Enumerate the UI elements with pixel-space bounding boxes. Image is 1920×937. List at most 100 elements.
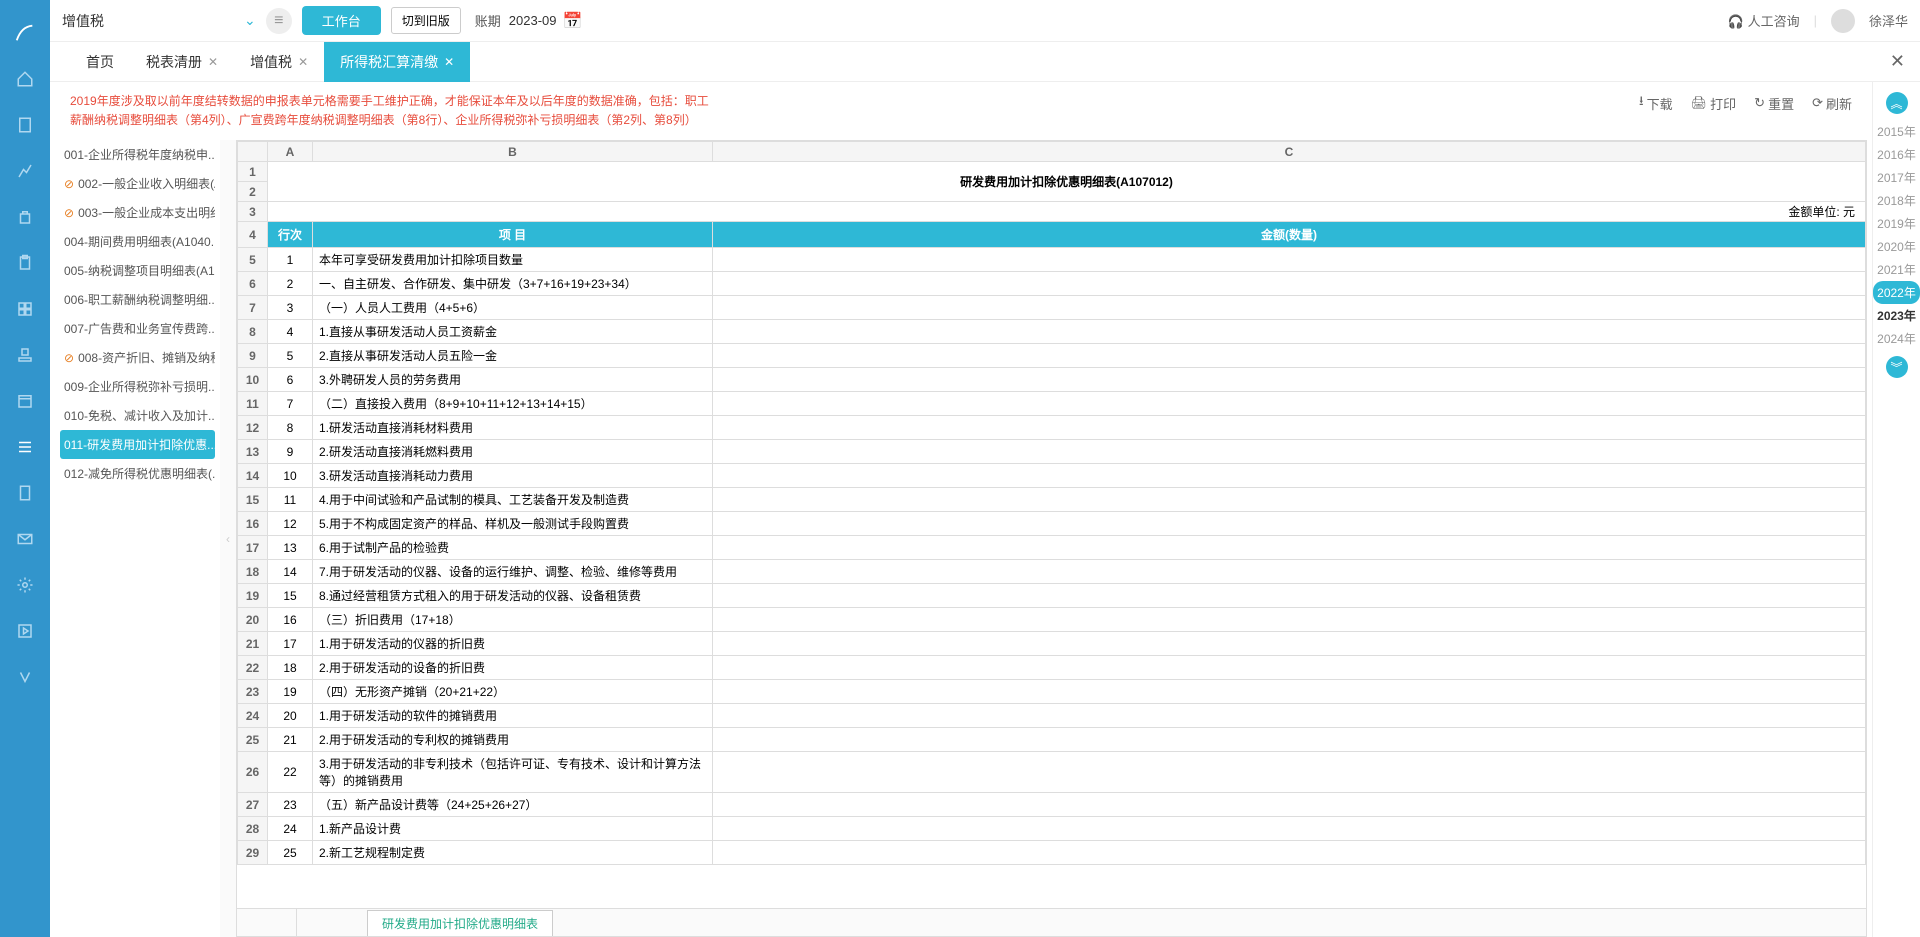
tabs-bar: 首页税表清册✕增值税✕所得税汇算清缴✕ ✕: [50, 42, 1920, 82]
year-item[interactable]: 2023年: [1873, 304, 1920, 327]
receipt-icon[interactable]: [10, 478, 40, 508]
tab-2[interactable]: 增值税✕: [234, 42, 324, 82]
year-item[interactable]: 2024年: [1873, 327, 1920, 350]
sheet-scroll[interactable]: ABC1研发费用加计扣除优惠明细表(A107012)23金额单位: 元4行次项 …: [237, 141, 1866, 908]
table-row: 2723（五）新产品设计费等（24+25+26+27）: [238, 793, 1866, 817]
table-row: 14103.研发活动直接消耗动力费用: [238, 464, 1866, 488]
play-icon[interactable]: [10, 616, 40, 646]
close-icon[interactable]: ✕: [208, 55, 218, 69]
collapse-handle[interactable]: ‹: [220, 140, 236, 937]
calendar-icon[interactable]: [10, 386, 40, 416]
year-item[interactable]: 2017年: [1873, 166, 1920, 189]
tree-item-9[interactable]: 010-免税、减计收入及加计...: [60, 401, 215, 430]
main-area: 增值税 ⌄ ≡ 工作台 切到旧版 账期 2023-09 📅 🎧 人工咨询 | 徐…: [50, 0, 1920, 937]
chevron-down-icon: ⌄: [244, 12, 256, 29]
table-row: 1281.研发活动直接消耗材料费用: [238, 416, 1866, 440]
notice-bar: 2019年度涉及取以前年度结转数据的申报表单元格需要手工维护正确，才能保证本年及…: [50, 82, 1872, 140]
chart-icon[interactable]: [10, 156, 40, 186]
warning-icon: ⊘: [64, 177, 74, 191]
table-row: 15114.用于中间试验和产品试制的模具、工艺装备开发及制造费: [238, 488, 1866, 512]
warning-icon: ⊘: [64, 206, 74, 220]
tree-item-0[interactable]: 001-企业所得税年度纳税申...: [60, 140, 215, 169]
year-item[interactable]: 2022年: [1873, 281, 1920, 304]
tax-type-label: 增值税: [62, 11, 104, 31]
tree-item-1[interactable]: ⊘002-一般企业收入明细表(A...: [60, 169, 215, 198]
notice-text: 2019年度涉及取以前年度结转数据的申报表单元格需要手工维护正确，才能保证本年及…: [70, 92, 720, 130]
year-item[interactable]: 2020年: [1873, 235, 1920, 258]
reset-button[interactable]: ↻ 重置: [1754, 92, 1794, 114]
avatar[interactable]: [1831, 9, 1855, 33]
tree-item-8[interactable]: 009-企业所得税弥补亏损明...: [60, 372, 215, 401]
col-header[interactable]: C: [713, 142, 1866, 162]
tree-item-7[interactable]: ⊘008-资产折旧、摊销及纳税...: [60, 343, 215, 372]
period-value[interactable]: 2023-09: [509, 13, 557, 28]
close-all-tabs-icon[interactable]: ✕: [1890, 51, 1905, 72]
table-row: 1063.外聘研发人员的劳务费用: [238, 368, 1866, 392]
tab-1[interactable]: 税表清册✕: [130, 42, 234, 82]
table-row: 19158.通过经营租赁方式租入的用于研发活动的仪器、设备租赁费: [238, 584, 1866, 608]
clipboard-icon[interactable]: [10, 248, 40, 278]
year-item[interactable]: 2019年: [1873, 212, 1920, 235]
year-item[interactable]: 2015年: [1873, 120, 1920, 143]
year-item[interactable]: 2018年: [1873, 189, 1920, 212]
table-row: 952.直接从事研发活动人员五险一金: [238, 344, 1866, 368]
tree-item-10[interactable]: 011-研发费用加计扣除优惠...: [60, 430, 215, 459]
table-row: 841.直接从事研发活动人员工资薪金: [238, 320, 1866, 344]
col-header[interactable]: B: [313, 142, 713, 162]
logo-icon[interactable]: [10, 18, 40, 48]
workspace-button[interactable]: 工作台: [302, 6, 381, 35]
print-button[interactable]: 🖨 打印: [1691, 92, 1737, 114]
close-icon[interactable]: ✕: [298, 55, 308, 69]
table-row: 17136.用于试制产品的检验费: [238, 536, 1866, 560]
consult-link[interactable]: 🎧 人工咨询: [1728, 11, 1800, 30]
v-icon[interactable]: [10, 662, 40, 692]
grid-icon[interactable]: [10, 294, 40, 324]
tab-0[interactable]: 首页: [70, 42, 130, 82]
old-version-button[interactable]: 切到旧版: [391, 7, 461, 34]
table-row: 117（二）直接投入费用（8+9+10+11+12+13+14+15）: [238, 392, 1866, 416]
tree-item-5[interactable]: 006-职工薪酬纳税调整明细...: [60, 285, 215, 314]
gear-icon[interactable]: [10, 570, 40, 600]
home-icon[interactable]: [10, 64, 40, 94]
table-row: 26223.用于研发活动的非专利技术（包括许可证、专有技术、设计和计算方法等）的…: [238, 752, 1866, 793]
tree-item-3[interactable]: 004-期间费用明细表(A1040...: [60, 227, 215, 256]
spreadsheet-area: ABC1研发费用加计扣除优惠明细表(A107012)23金额单位: 元4行次项 …: [236, 140, 1867, 937]
top-header: 增值税 ⌄ ≡ 工作台 切到旧版 账期 2023-09 📅 🎧 人工咨询 | 徐…: [50, 0, 1920, 42]
tree-item-4[interactable]: 005-纳税调整项目明细表(A1...: [60, 256, 215, 285]
calendar-picker-icon[interactable]: 📅: [563, 11, 583, 31]
mail-icon[interactable]: [10, 524, 40, 554]
bag-icon[interactable]: [10, 202, 40, 232]
col-header[interactable]: A: [268, 142, 313, 162]
table-row: 2016（三）折旧费用（17+18）: [238, 608, 1866, 632]
year-item[interactable]: 2016年: [1873, 143, 1920, 166]
sheet-footer: 研发费用加计扣除优惠明细表: [237, 908, 1866, 936]
table-row: 25212.用于研发活动的专利权的摊销费用: [238, 728, 1866, 752]
table-row: 24201.用于研发活动的软件的摊销费用: [238, 704, 1866, 728]
year-item[interactable]: 2021年: [1873, 258, 1920, 281]
download-button[interactable]: ⭳ 下载: [1639, 92, 1673, 114]
sheet-title: 研发费用加计扣除优惠明细表(A107012): [268, 162, 1866, 202]
tax-type-dropdown[interactable]: 增值税 ⌄: [62, 11, 256, 31]
close-icon[interactable]: ✕: [444, 55, 454, 69]
menu-circle-button[interactable]: ≡: [266, 8, 292, 34]
table-row: 29252.新工艺规程制定费: [238, 841, 1866, 865]
tab-3[interactable]: 所得税汇算清缴✕: [324, 42, 470, 82]
scroll-down-icon[interactable]: ︾: [1886, 356, 1908, 378]
table-row: 2319（四）无形资产摊销（20+21+22）: [238, 680, 1866, 704]
table-row: 73（一）人员人工费用（4+5+6）: [238, 296, 1866, 320]
refresh-button[interactable]: ⟳ 刷新: [1812, 92, 1852, 114]
sheet-tab[interactable]: 研发费用加计扣除优惠明细表: [367, 910, 553, 936]
tree-item-6[interactable]: 007-广告费和业务宣传费跨...: [60, 314, 215, 343]
table-row: 16125.用于不构成固定资产的样品、样机及一般测试手段购置费: [238, 512, 1866, 536]
form-tree-panel: 001-企业所得税年度纳税申...⊘002-一般企业收入明细表(A...⊘003…: [50, 140, 220, 937]
table-row: 1392.研发活动直接消耗燃料费用: [238, 440, 1866, 464]
year-rail: ︽ 2015年2016年2017年2018年2019年2020年2021年202…: [1872, 82, 1920, 937]
username[interactable]: 徐泽华: [1869, 11, 1908, 30]
doc-icon[interactable]: [10, 110, 40, 140]
tree-item-11[interactable]: 012-减免所得税优惠明细表(...: [60, 459, 215, 488]
scroll-up-icon[interactable]: ︽: [1886, 92, 1908, 114]
warning-icon: ⊘: [64, 351, 74, 365]
tree-item-2[interactable]: ⊘003-一般企业成本支出明细...: [60, 198, 215, 227]
tax-icon[interactable]: [10, 432, 40, 462]
stamp-icon[interactable]: [10, 340, 40, 370]
